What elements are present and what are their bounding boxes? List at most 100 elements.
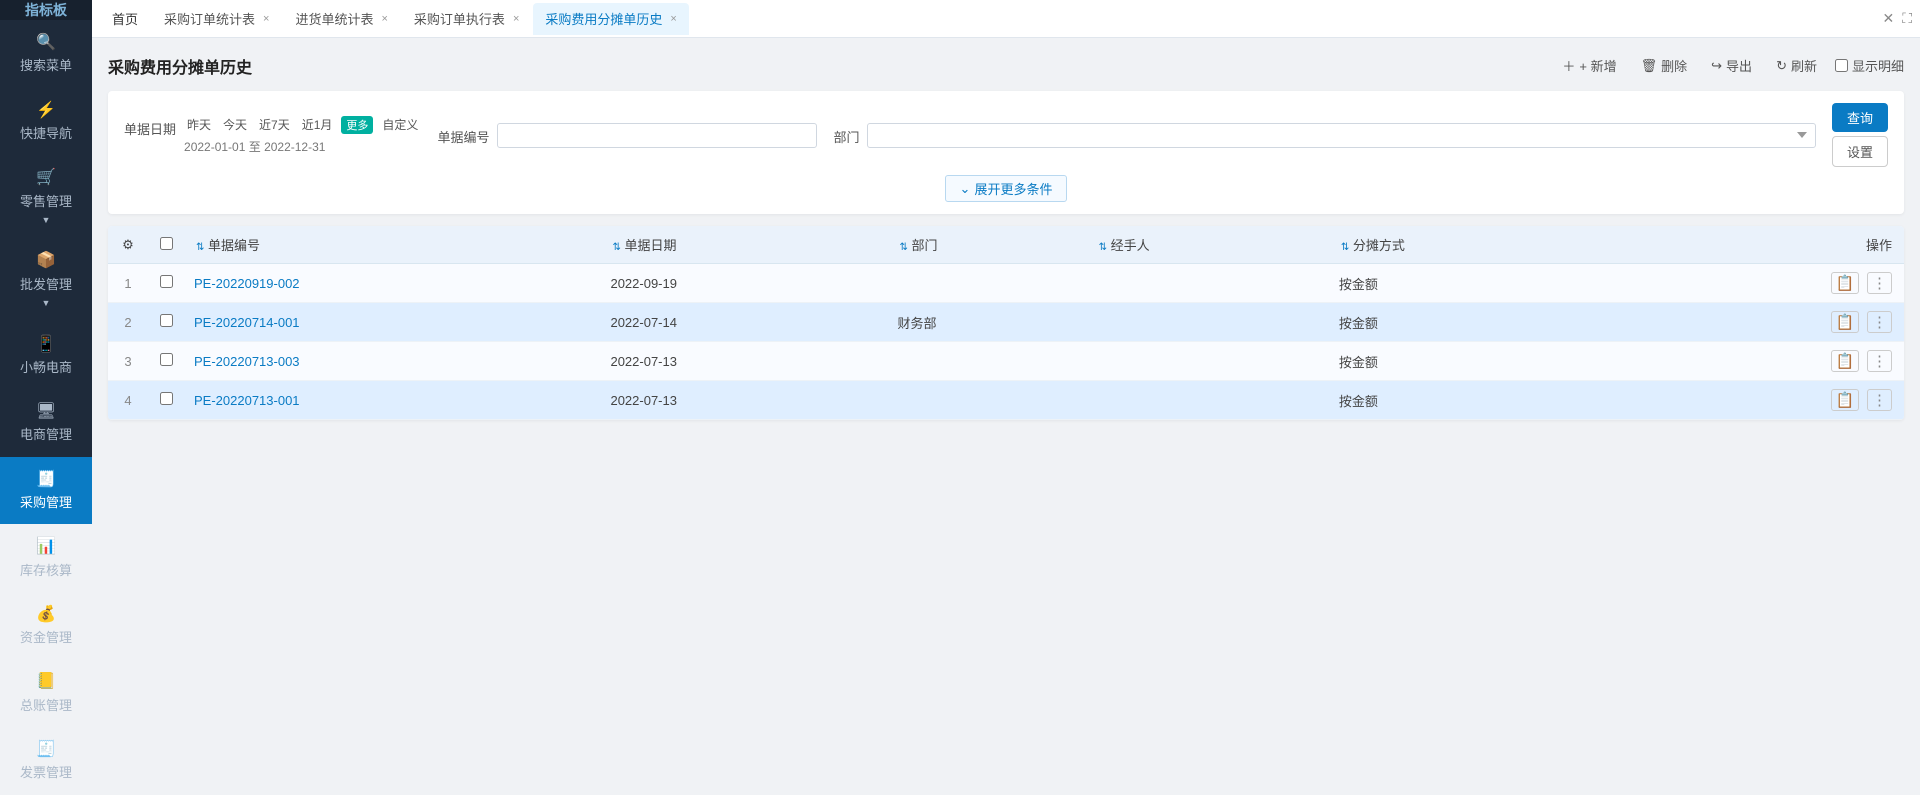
row-checkbox-4[interactable] xyxy=(160,392,173,405)
row-handler-3 xyxy=(1087,342,1329,381)
row-date-3: 2022-07-13 xyxy=(600,342,887,381)
more-btn[interactable]: 更多 xyxy=(341,116,373,134)
query-button[interactable]: 查询 xyxy=(1832,103,1888,132)
sort-icon4: ⇅ xyxy=(1099,242,1107,253)
row-docno-3: PE-20220713-003 xyxy=(184,342,600,381)
row-checkbox-1[interactable] xyxy=(160,275,173,288)
mini-icon: 📱 xyxy=(36,334,56,356)
close-window-icon[interactable]: ✕ xyxy=(1882,10,1894,27)
dept-filter-label: 部门 xyxy=(833,123,859,146)
sidebar-item-ecom[interactable]: 🖥 电商管理 xyxy=(0,389,92,457)
row-date-4: 2022-07-13 xyxy=(600,381,887,420)
col-doc-no[interactable]: ⇅ 单据编号 xyxy=(184,226,600,264)
search-icon: 🔍 xyxy=(36,32,56,54)
docno-filter-label: 单据编号 xyxy=(437,123,489,146)
month1-btn[interactable]: 近1月 xyxy=(299,115,336,134)
tab-purchase-order-stats-close[interactable]: × xyxy=(263,13,269,25)
select-all-checkbox[interactable] xyxy=(160,237,173,250)
col-dept[interactable]: ⇅ 部门 xyxy=(887,226,1086,264)
dept-select[interactable] xyxy=(867,123,1816,148)
doc-link-4[interactable]: PE-20220713-001 xyxy=(194,393,300,408)
sidebar-item-mini[interactable]: 📱 小畅电商 xyxy=(0,322,92,390)
sidebar-item-inventory[interactable]: 📊 库存核算 xyxy=(0,524,92,592)
tab-purchase-fee-history[interactable]: 采购费用分摊单历史 × xyxy=(533,3,688,35)
chevron-down-icon: ▼ xyxy=(42,214,51,227)
row-split-3: 按金额 xyxy=(1329,342,1614,381)
ecom-icon: 🖥 xyxy=(36,401,56,423)
query-btn-wrap: 查询 设置 xyxy=(1832,103,1888,167)
tab-purchase-order-exec-close[interactable]: × xyxy=(513,13,519,25)
show-columns-input[interactable] xyxy=(1835,59,1848,72)
inventory-icon: 📊 xyxy=(36,536,56,558)
tab-stock-stats-close[interactable]: × xyxy=(381,13,387,25)
col-settings[interactable]: ⚙ xyxy=(108,226,148,264)
more-ops-icon-1[interactable]: ⋮ xyxy=(1867,272,1892,294)
tab-stock-stats[interactable]: 进货单统计表 × xyxy=(283,3,399,35)
sidebar-item-shortcut[interactable]: ⚡ 快捷导航 xyxy=(0,88,92,156)
filter-date: 单据日期 昨天 今天 近7天 近1月 更多 自定义 2022-01-01 至 2… xyxy=(124,115,421,155)
edit-icon-1[interactable]: 📋 xyxy=(1831,272,1860,294)
page-title: 采购费用分摊单历史 xyxy=(108,54,252,78)
export-button[interactable]: ↪ 导出 xyxy=(1705,52,1758,79)
sidebar-item-invoice[interactable]: 🧾 发票管理 xyxy=(0,727,92,795)
today-btn[interactable]: 今天 xyxy=(220,115,250,134)
sidebar-item-retail[interactable]: 🛒 零售管理 ▼ xyxy=(0,155,92,238)
tab-purchase-order-stats[interactable]: 采购订单统计表 × xyxy=(152,3,281,35)
export-icon: ↪ xyxy=(1711,58,1722,74)
more-ops-icon-3[interactable]: ⋮ xyxy=(1867,350,1892,372)
row-checkbox-3[interactable] xyxy=(160,353,173,366)
tab-purchase-fee-history-label: 采购费用分摊单历史 xyxy=(545,9,662,28)
sidebar-item-ledger-label: 总账管理 xyxy=(20,697,72,715)
sidebar-item-purchase-label: 采购管理 xyxy=(20,494,72,512)
edit-icon-3[interactable]: 📋 xyxy=(1831,350,1860,372)
col-split-method[interactable]: ⇅ 分摊方式 xyxy=(1329,226,1614,264)
yesterday-btn[interactable]: 昨天 xyxy=(184,115,214,134)
sidebar-item-ledger[interactable]: 📒 总账管理 xyxy=(0,659,92,727)
table-row: 3 PE-20220713-003 2022-07-13 按金额 📋 xyxy=(108,342,1904,381)
sidebar-item-ecom-label: 电商管理 xyxy=(20,426,72,444)
tab-purchase-order-exec[interactable]: 采购订单执行表 × xyxy=(402,3,531,35)
tab-purchase-order-stats-label: 采购订单统计表 xyxy=(164,9,255,28)
expand-more-button[interactable]: ⌄ 展开更多条件 xyxy=(945,175,1068,202)
expand-more-row: ⌄ 展开更多条件 xyxy=(124,175,1888,202)
table-row: 4 PE-20220713-001 2022-07-13 按金额 📋 xyxy=(108,381,1904,420)
col-doc-date[interactable]: ⇅ 单据日期 xyxy=(600,226,887,264)
more-ops-icon-2[interactable]: ⋮ xyxy=(1867,311,1892,333)
sidebar-item-finance[interactable]: 💰 资金管理 xyxy=(0,592,92,660)
row-ops-1: 📋 ⋮ xyxy=(1614,264,1904,303)
delete-button[interactable]: 🗑 删除 xyxy=(1635,52,1694,79)
custom-btn[interactable]: 自定义 xyxy=(379,115,421,134)
edit-icon-4[interactable]: 📋 xyxy=(1831,389,1860,411)
add-button[interactable]: ＋ + 新增 xyxy=(1556,52,1622,79)
sidebar-item-search[interactable]: 🔍 搜索菜单 xyxy=(0,20,92,88)
doc-link-3[interactable]: PE-20220713-003 xyxy=(194,354,300,369)
tab-home[interactable]: 首页 xyxy=(100,3,150,35)
more-ops-icon-4[interactable]: ⋮ xyxy=(1867,389,1892,411)
ledger-icon: 📒 xyxy=(36,671,56,693)
row-handler-1 xyxy=(1087,264,1329,303)
settings-button[interactable]: 设置 xyxy=(1832,136,1888,167)
tab-purchase-fee-history-close[interactable]: × xyxy=(670,13,676,25)
row-split-1: 按金额 xyxy=(1329,264,1614,303)
edit-icon-2[interactable]: 📋 xyxy=(1831,311,1860,333)
week7-btn[interactable]: 近7天 xyxy=(256,115,293,134)
tab-bar: 首页 采购订单统计表 × 进货单统计表 × 采购订单执行表 × 采购费用分摊单历… xyxy=(92,0,1920,38)
sort-icon2: ⇅ xyxy=(612,242,620,253)
col-handler[interactable]: ⇅ 经手人 xyxy=(1087,226,1329,264)
date-filter-label: 单据日期 xyxy=(124,115,176,138)
maximize-icon[interactable]: ⛶ xyxy=(1902,10,1912,27)
row-checkbox-2[interactable] xyxy=(160,314,173,327)
filter-panel: 单据日期 昨天 今天 近7天 近1月 更多 自定义 2022-01-01 至 2… xyxy=(108,91,1904,214)
sidebar-item-wholesale[interactable]: 📦 批发管理 ▼ xyxy=(0,238,92,321)
docno-input[interactable] xyxy=(497,123,817,148)
refresh-button[interactable]: ↻ 刷新 xyxy=(1770,52,1823,79)
doc-link-2[interactable]: PE-20220714-001 xyxy=(194,315,300,330)
date-options: 昨天 今天 近7天 近1月 更多 自定义 2022-01-01 至 2022-1… xyxy=(184,115,421,155)
doc-link-1[interactable]: PE-20220919-002 xyxy=(194,276,300,291)
row-docno-1: PE-20220919-002 xyxy=(184,264,600,303)
header-actions: ＋ + 新增 🗑 删除 ↪ 导出 ↻ 刷新 显示明细 xyxy=(1556,52,1904,79)
show-columns-checkbox[interactable]: 显示明细 xyxy=(1835,56,1904,75)
add-icon: ＋ xyxy=(1562,56,1575,75)
sidebar-item-purchase[interactable]: 🧾 采购管理 xyxy=(0,457,92,525)
sort-icon: ⇅ xyxy=(196,242,204,253)
